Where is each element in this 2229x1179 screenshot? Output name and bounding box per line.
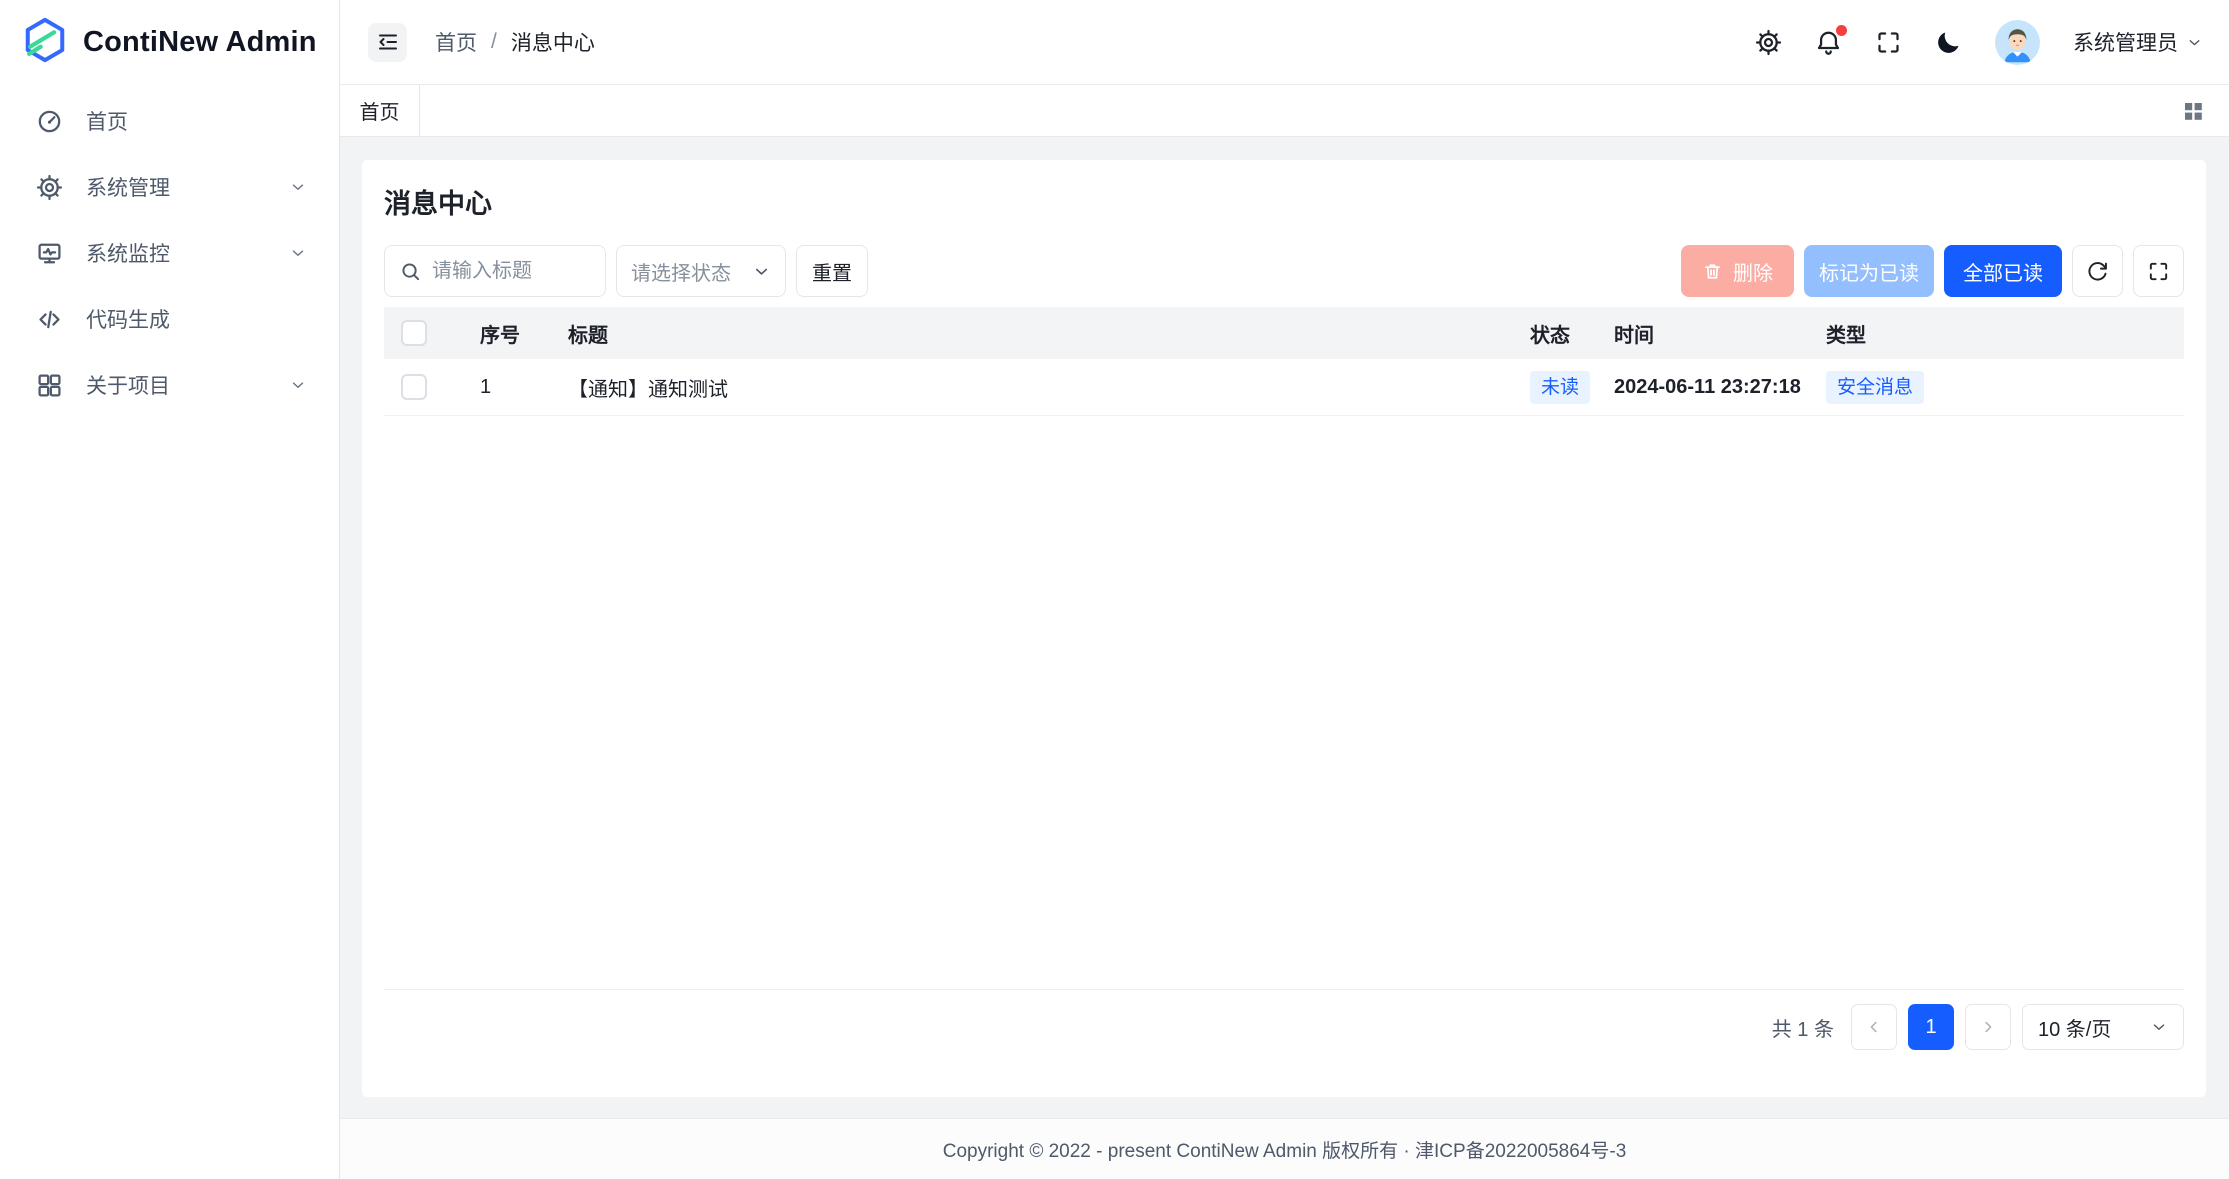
cell-status: 未读 bbox=[1530, 371, 1614, 404]
cell-type: 安全消息 bbox=[1826, 371, 2184, 404]
chevron-down-icon bbox=[752, 262, 771, 281]
column-header-no: 序号 bbox=[480, 319, 568, 348]
main-area: 首页 / 消息中心 bbox=[340, 0, 2229, 1179]
status-badge: 未读 bbox=[1530, 371, 1590, 404]
copyright-text: Copyright © 2022 - present ContiNew Admi… bbox=[943, 1136, 1627, 1163]
dashboard-icon bbox=[36, 108, 63, 135]
refresh-icon bbox=[2086, 260, 2109, 283]
sidebar-item-label: 关于项目 bbox=[86, 370, 170, 400]
logo-row[interactable]: ContiNew Admin bbox=[0, 0, 339, 85]
search-input[interactable] bbox=[432, 260, 591, 283]
content-area: 消息中心 请选择状态 重置 bbox=[340, 137, 2229, 1118]
column-header-time: 时间 bbox=[1614, 319, 1826, 348]
sidebar-menu: 首页 系统管理 系统监控 bbox=[0, 85, 339, 418]
chevron-down-icon bbox=[2150, 1018, 2168, 1036]
status-select[interactable]: 请选择状态 bbox=[616, 245, 786, 297]
pagination-next-button[interactable] bbox=[1965, 1004, 2011, 1050]
chevron-down-icon bbox=[2186, 34, 2203, 51]
column-header-status: 状态 bbox=[1530, 319, 1614, 348]
chevron-down-icon bbox=[289, 178, 307, 196]
page-size-select[interactable]: 10 条/页 bbox=[2022, 1004, 2184, 1050]
breadcrumb: 首页 / 消息中心 bbox=[435, 27, 595, 57]
user-name: 系统管理员 bbox=[2073, 27, 2178, 57]
row-checkbox[interactable] bbox=[401, 374, 427, 400]
pagination-prev-button[interactable] bbox=[1851, 1004, 1897, 1050]
footer: Copyright © 2022 - present ContiNew Admi… bbox=[340, 1118, 2229, 1179]
toolbar: 请选择状态 重置 删除 标记为已读 全部已读 bbox=[384, 245, 2184, 297]
delete-button[interactable]: 删除 bbox=[1681, 245, 1794, 297]
tab-label: 首页 bbox=[360, 96, 400, 125]
expand-icon bbox=[2147, 260, 2170, 283]
breadcrumb-current: 消息中心 bbox=[511, 27, 595, 57]
sidebar-item-label: 系统监控 bbox=[86, 238, 170, 268]
pagination-page-1[interactable]: 1 bbox=[1908, 1004, 1954, 1050]
fullscreen-icon[interactable] bbox=[1875, 29, 1902, 56]
search-icon bbox=[399, 260, 422, 283]
tab-bar: 首页 bbox=[340, 85, 2229, 137]
app-logo-icon bbox=[22, 17, 68, 68]
topbar: 首页 / 消息中心 bbox=[340, 0, 2229, 85]
chevron-left-icon bbox=[1865, 1018, 1883, 1036]
breadcrumb-separator: / bbox=[491, 30, 497, 54]
cell-title: 【通知】通知测试 bbox=[568, 373, 1530, 402]
title-search-field[interactable] bbox=[384, 245, 606, 297]
table-fullscreen-button[interactable] bbox=[2133, 245, 2184, 297]
tab-grid-menu-icon[interactable] bbox=[2181, 99, 2205, 123]
trash-icon bbox=[1702, 261, 1723, 282]
table-row[interactable]: 1 【通知】通知测试 未读 2024-06-11 23:27:18 安全消息 bbox=[384, 359, 2184, 416]
table-header-row: 序号 标题 状态 时间 类型 bbox=[384, 307, 2184, 359]
type-badge: 安全消息 bbox=[1826, 371, 1924, 404]
sidebar-item-about-project[interactable]: 关于项目 bbox=[0, 352, 339, 418]
settings-icon[interactable] bbox=[1755, 29, 1782, 56]
sidebar-item-system-management[interactable]: 系统管理 bbox=[0, 154, 339, 220]
status-select-placeholder: 请选择状态 bbox=[631, 257, 731, 286]
reset-button[interactable]: 重置 bbox=[796, 245, 868, 297]
code-icon bbox=[36, 306, 63, 333]
sidebar: ContiNew Admin 首页 系统管理 bbox=[0, 0, 340, 1179]
chevron-right-icon bbox=[1979, 1018, 1997, 1036]
sidebar-item-code-generation[interactable]: 代码生成 bbox=[0, 286, 339, 352]
sidebar-item-label: 系统管理 bbox=[86, 172, 170, 202]
cell-time: 2024-06-11 23:27:18 bbox=[1614, 376, 1826, 399]
app-window: ContiNew Admin 首页 系统管理 bbox=[0, 0, 2229, 1179]
delete-button-label: 删除 bbox=[1733, 257, 1773, 286]
user-menu[interactable]: 系统管理员 bbox=[2073, 27, 2203, 57]
dark-mode-moon-icon[interactable] bbox=[1935, 29, 1962, 56]
breadcrumb-home[interactable]: 首页 bbox=[435, 27, 477, 57]
tab-bar-actions bbox=[2181, 85, 2229, 136]
chevron-down-icon bbox=[289, 376, 307, 394]
all-read-button[interactable]: 全部已读 bbox=[1944, 245, 2062, 297]
page-size-value: 10 条/页 bbox=[2038, 1013, 2111, 1042]
menu-fold-icon bbox=[376, 30, 400, 54]
pagination-total: 共 1 条 bbox=[1772, 1013, 1834, 1042]
chevron-down-icon bbox=[289, 244, 307, 262]
notification-dot bbox=[1836, 25, 1847, 36]
message-center-card: 消息中心 请选择状态 重置 bbox=[362, 160, 2206, 1097]
sidebar-collapse-button[interactable] bbox=[368, 23, 407, 62]
apps-icon bbox=[36, 372, 63, 399]
tab-home[interactable]: 首页 bbox=[340, 85, 420, 136]
page-title: 消息中心 bbox=[384, 187, 2184, 221]
refresh-button[interactable] bbox=[2072, 245, 2123, 297]
message-table: 序号 标题 状态 时间 类型 1 【通知】通知测试 未读 2024-06-11 … bbox=[384, 307, 2184, 990]
sidebar-item-label: 首页 bbox=[86, 106, 128, 136]
app-title: ContiNew Admin bbox=[83, 26, 317, 59]
sidebar-item-home[interactable]: 首页 bbox=[0, 88, 339, 154]
mark-as-read-button[interactable]: 标记为已读 bbox=[1804, 245, 1934, 297]
column-header-type: 类型 bbox=[1826, 319, 2184, 348]
sidebar-item-system-monitor[interactable]: 系统监控 bbox=[0, 220, 339, 286]
select-all-checkbox[interactable] bbox=[401, 320, 427, 346]
sidebar-item-label: 代码生成 bbox=[86, 304, 170, 334]
cell-no: 1 bbox=[480, 376, 568, 399]
topbar-actions: 系统管理员 bbox=[1755, 20, 2203, 65]
monitor-icon bbox=[36, 240, 63, 267]
avatar[interactable] bbox=[1995, 20, 2040, 65]
pagination: 共 1 条 1 10 条/页 bbox=[384, 1004, 2184, 1050]
notification-bell-icon[interactable] bbox=[1815, 29, 1842, 56]
settings-icon bbox=[36, 174, 63, 201]
column-header-title: 标题 bbox=[568, 319, 1530, 348]
